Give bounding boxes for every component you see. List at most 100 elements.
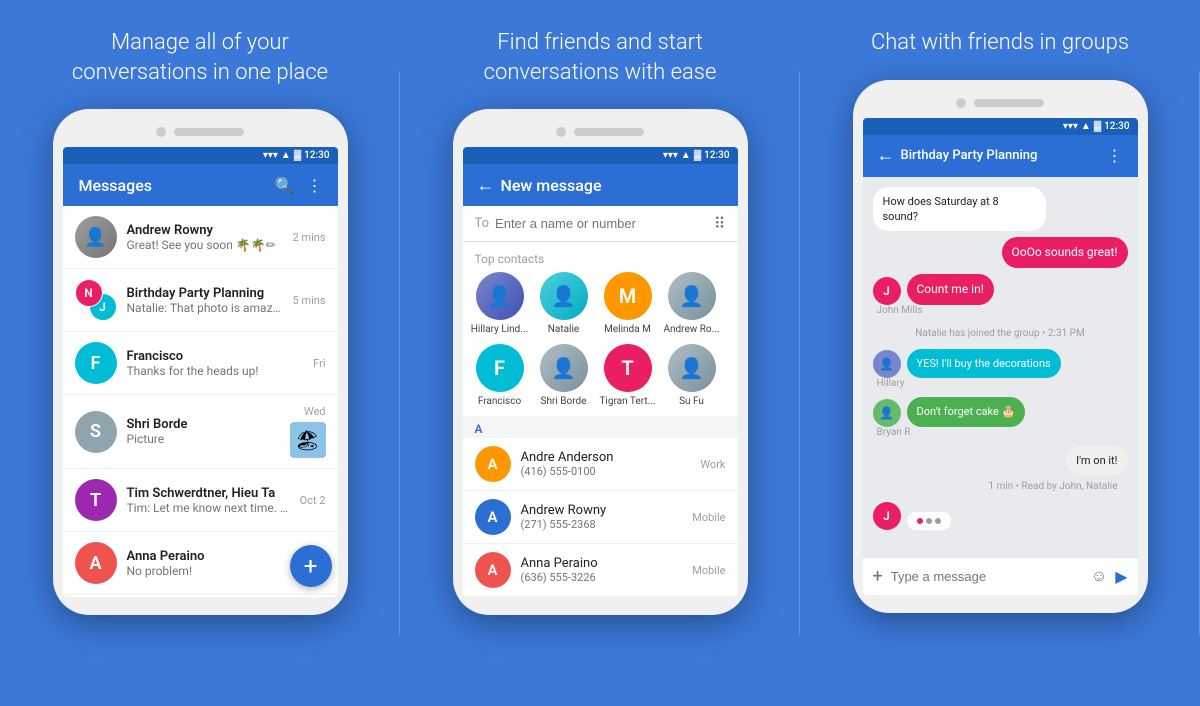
status-time-1: 12:30 <box>304 150 329 161</box>
screen-2: ▾▾▾ ▲ ▓ 12:30 ← New message To ⠿ Top con… <box>463 147 738 597</box>
conversation-item-francisco[interactable]: F Francisco Thanks for the heads up! Fri <box>63 332 338 395</box>
sender-john: John Mills <box>873 305 1128 316</box>
phone-top-1 <box>63 127 338 137</box>
wifi-icon: ▲ <box>281 150 291 161</box>
msg-row-onit: I'm on it! <box>873 446 1128 475</box>
avatar-tim: T <box>75 479 117 521</box>
typing-row: J <box>873 502 1128 530</box>
img-thumb-shri: 🏖 <box>290 422 326 458</box>
number-anna-list: (636) 555-3226 <box>521 571 683 584</box>
contact-natalie[interactable]: 👤 Natalie <box>535 272 593 336</box>
type-andrew-list: Mobile <box>692 511 725 524</box>
msg-time-bday: 5 mins <box>293 294 326 307</box>
msg-name-anna: Anna Peraino <box>127 549 290 564</box>
msg-preview-anna: No problem! <box>127 564 290 578</box>
chat-screen: How does Saturday at 8 sound? OoOo sound… <box>863 177 1138 557</box>
contact-hillary[interactable]: 👤 Hillary Lind... <box>471 272 529 336</box>
status-bar-2: ▾▾▾ ▲ ▓ 12:30 <box>463 147 738 164</box>
section-a: A <box>463 416 738 438</box>
dot-3 <box>935 518 941 524</box>
name-tigran-top: Tigran Tert... <box>599 396 655 408</box>
msg-content-andrew: Andrew Rowny Great! See you soon 🌴🌴✏ <box>127 223 283 252</box>
avatar-bday-1: N <box>75 279 103 307</box>
msg-preview-francisco: Thanks for the heads up! <box>127 364 304 378</box>
msg-group-j: J Count me in! John Mills <box>873 274 1128 316</box>
contact-tigran-top[interactable]: T Tigran Tert... <box>599 344 657 408</box>
msg-row-oooo: OoOo sounds great! <box>873 237 1128 268</box>
status-bar-1: ▾▾▾ ▲ ▓ 12:30 <box>63 147 338 164</box>
msg-name-shri: Shri Borde <box>127 417 280 432</box>
battery-icon: ▓ <box>294 150 301 161</box>
msg-row-countin: J Count me in! <box>873 274 1128 305</box>
search-icon[interactable]: 🔍 <box>274 174 296 196</box>
send-icon[interactable]: ▶ <box>1115 567 1127 586</box>
new-message-title: New message <box>501 176 726 195</box>
conversation-item-tim[interactable]: T Tim Schwerdtner, Hieu Ta Tim: Let me k… <box>63 469 338 532</box>
chat-input[interactable] <box>891 569 1083 584</box>
avatar-anna: A <box>75 542 117 584</box>
msg-content-bday: Birthday Party Planning Natalie: That ph… <box>127 286 283 315</box>
avatar-bryan-chat: 👤 <box>873 399 901 427</box>
panel-group-chat: Chat with friends in groups ▾▾▾ ▲ ▓ 12:3… <box>800 0 1200 706</box>
to-label: To <box>475 216 490 231</box>
info-anna-list: Anna Peraino (636) 555-3226 <box>521 556 683 584</box>
msg-time-andrew: 2 mins <box>293 231 326 244</box>
avatar-tigran-top: T <box>604 344 652 392</box>
grid-icon[interactable]: ⠿ <box>714 214 726 233</box>
avatar-shri: S <box>75 411 117 453</box>
wifi-2: ▲ <box>681 150 691 161</box>
contact-melinda[interactable]: M Melinda M <box>599 272 657 336</box>
avatar-hillary: 👤 <box>476 272 524 320</box>
contact-francisco-top[interactable]: F Francisco <box>471 344 529 408</box>
avatar-francisco: F <box>75 342 117 384</box>
app-bar-2: ← New message <box>463 164 738 206</box>
name-shri-top: Shri Borde <box>541 396 587 408</box>
contact-andrew-list[interactable]: A Andrew Rowny (271) 555-2368 Mobile <box>463 491 738 544</box>
msg-right-bday: 5 mins <box>293 294 326 307</box>
back-icon-2[interactable]: ← <box>475 174 497 196</box>
sender-bryan: Bryan R <box>873 427 1128 438</box>
signal-3: ▾▾▾ <box>1063 121 1078 132</box>
conversation-item-shri[interactable]: S Shri Borde Picture Wed 🏖 <box>63 395 338 469</box>
to-input[interactable] <box>495 216 708 231</box>
msg-name-francisco: Francisco <box>127 349 304 364</box>
chat-input-bar: + ☺ ▶ <box>863 557 1138 595</box>
battery-2: ▓ <box>694 150 701 161</box>
contact-anna-list[interactable]: A Anna Peraino (636) 555-3226 Mobile <box>463 544 738 597</box>
avatar-andrew-list: A <box>475 499 511 535</box>
chat-messages: How does Saturday at 8 sound? OoOo sound… <box>863 177 1138 541</box>
fab-button[interactable]: + <box>290 545 332 587</box>
conversation-item-bday[interactable]: N J Birthday Party Planning Natalie: Tha… <box>63 269 338 332</box>
camera-1 <box>156 127 166 137</box>
msg-preview-andrew: Great! See you soon 🌴🌴✏ <box>127 238 283 252</box>
avatar-natalie: 👤 <box>540 272 588 320</box>
signal-icon: ▾▾▾ <box>263 150 278 161</box>
phone-top-3 <box>863 98 1138 108</box>
top-contacts-row-1: 👤 Hillary Lind... 👤 Natalie M Melinda M <box>463 272 738 344</box>
emoji-icon[interactable]: ☺ <box>1091 566 1107 586</box>
add-icon[interactable]: + <box>873 566 883 587</box>
contact-sufu-top[interactable]: 👤 Su Fu <box>663 344 721 408</box>
phone-3: ▾▾▾ ▲ ▓ 12:30 ← Birthday Party Planning … <box>853 80 1148 613</box>
msg-preview-shri: Picture <box>127 432 280 446</box>
more-icon-3[interactable]: ⋮ <box>1104 145 1126 167</box>
msg-right-francisco: Fri <box>313 357 325 370</box>
msg-preview-tim: Tim: Let me know next time. 😊 <box>127 501 290 515</box>
contact-andre[interactable]: A Andre Anderson (416) 555-0100 Work <box>463 438 738 491</box>
contact-andrew-top[interactable]: 👤 Andrew Ro... <box>663 272 721 336</box>
avatar-sufu-top: 👤 <box>668 344 716 392</box>
contact-shri-top[interactable]: 👤 Shri Borde <box>535 344 593 408</box>
system-natalie: Natalie has joined the group • 2:31 PM <box>873 324 1128 343</box>
name-hillary: Hillary Lind... <box>471 324 528 336</box>
to-bar: To ⠿ <box>463 206 738 242</box>
msg-time-francisco: Fri <box>313 357 325 370</box>
more-icon[interactable]: ⋮ <box>304 174 326 196</box>
app-bar-1: Messages 🔍 ⋮ <box>63 164 338 206</box>
name-natalie: Natalie <box>548 324 579 336</box>
msg-name-tim: Tim Schwerdtner, Hieu Ta <box>127 486 290 501</box>
back-icon-3[interactable]: ← <box>875 145 897 167</box>
avatar-shri-top: 👤 <box>540 344 588 392</box>
conversation-item-andrew[interactable]: 👤 Andrew Rowny Great! See you soon 🌴🌴✏ 2… <box>63 206 338 269</box>
info-andrew-list: Andrew Rowny (271) 555-2368 <box>521 503 683 531</box>
type-andre: Work <box>700 458 725 471</box>
